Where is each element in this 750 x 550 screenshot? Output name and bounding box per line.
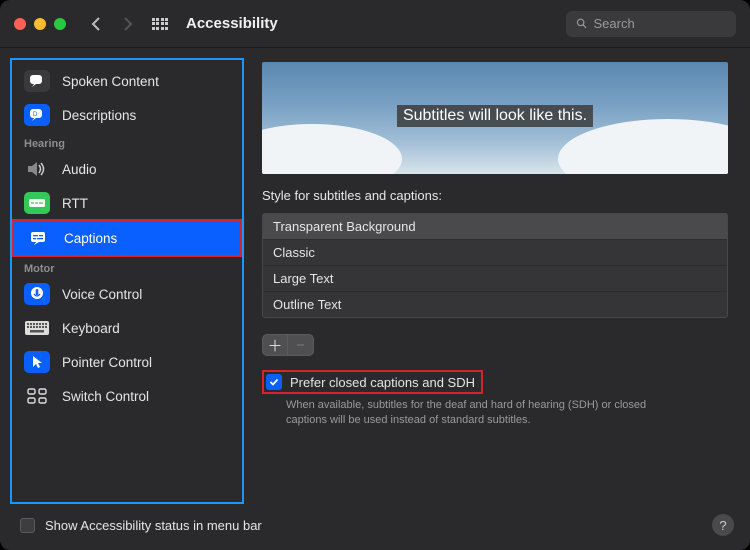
show-all-button[interactable] <box>148 12 172 36</box>
subtitle-preview-text: Subtitles will look like this. <box>397 105 593 127</box>
desc-icon: D <box>24 104 50 126</box>
search-field[interactable] <box>566 11 736 37</box>
keyboard-icon <box>24 317 50 339</box>
help-button[interactable]: ? <box>712 514 734 536</box>
captions-icon <box>26 227 52 249</box>
window-controls <box>14 18 66 30</box>
remove-style-button[interactable]: − <box>288 334 314 356</box>
sidebar-item-label: RTT <box>62 196 88 211</box>
sidebar-item-captions[interactable]: Captions <box>12 219 242 257</box>
sidebar-item-keyboard[interactable]: Keyboard <box>12 311 242 345</box>
sidebar-item-voice-control[interactable]: Voice Control <box>12 277 242 311</box>
menubar-status-label: Show Accessibility status in menu bar <box>45 518 262 533</box>
add-style-button[interactable]: ＋ <box>262 334 288 356</box>
search-icon <box>576 17 587 30</box>
pointer-icon <box>24 351 50 373</box>
sidebar-item-pointer-control[interactable]: Pointer Control <box>12 345 242 379</box>
sidebar-item-label: Descriptions <box>62 108 136 123</box>
sidebar-item-rtt[interactable]: RTT <box>12 186 242 220</box>
sidebar-section-hearing: Hearing <box>12 132 242 152</box>
sidebar-item-spoken-content[interactable]: Spoken Content <box>12 64 242 98</box>
sidebar-item-descriptions[interactable]: D Descriptions <box>12 98 242 132</box>
titlebar: Accessibility <box>0 0 750 48</box>
rtt-icon <box>24 192 50 214</box>
search-input[interactable] <box>593 16 726 31</box>
style-option-large-text[interactable]: Large Text <box>263 266 727 292</box>
style-list[interactable]: Transparent Background Classic Large Tex… <box>262 213 728 318</box>
style-option-classic[interactable]: Classic <box>263 240 727 266</box>
window-title: Accessibility <box>186 15 278 32</box>
sidebar-item-label: Spoken Content <box>62 74 159 89</box>
zoom-window-button[interactable] <box>54 18 66 30</box>
check-icon <box>269 377 279 387</box>
switch-icon <box>24 385 50 407</box>
sidebar-item-label: Switch Control <box>62 389 149 404</box>
sidebar-section-motor: Motor <box>12 257 242 277</box>
style-list-label: Style for subtitles and captions: <box>262 188 728 203</box>
menubar-status-checkbox[interactable] <box>20 518 35 533</box>
grid-icon <box>152 18 169 30</box>
voice-icon <box>24 283 50 305</box>
sidebar: Spoken Content D Descriptions Hearing Au… <box>10 58 244 504</box>
forward-button[interactable] <box>116 12 140 36</box>
speaker-icon <box>24 158 50 180</box>
sidebar-item-label: Keyboard <box>62 321 120 336</box>
close-window-button[interactable] <box>14 18 26 30</box>
minimize-window-button[interactable] <box>34 18 46 30</box>
style-option-transparent[interactable]: Transparent Background <box>263 214 727 240</box>
accessibility-window: Accessibility Spoken Content D Descripti… <box>0 0 750 550</box>
prefer-sdh-row[interactable]: Prefer closed captions and SDH <box>262 370 483 394</box>
captions-panel: Subtitles will look like this. Style for… <box>244 48 750 504</box>
speech-icon <box>24 70 50 92</box>
sidebar-item-label: Audio <box>62 162 97 177</box>
sidebar-item-audio[interactable]: Audio <box>12 152 242 186</box>
sidebar-item-label: Pointer Control <box>62 355 152 370</box>
svg-text:D: D <box>33 112 38 118</box>
prefer-sdh-checkbox[interactable] <box>266 374 282 390</box>
subtitle-preview: Subtitles will look like this. <box>262 62 728 174</box>
prefer-sdh-description: When available, subtitles for the deaf a… <box>262 394 682 428</box>
prefer-sdh-label: Prefer closed captions and SDH <box>290 375 475 390</box>
sidebar-item-switch-control[interactable]: Switch Control <box>12 379 242 413</box>
back-button[interactable] <box>84 12 108 36</box>
sidebar-item-label: Voice Control <box>62 287 142 302</box>
footer: Show Accessibility status in menu bar ? <box>0 504 750 550</box>
sidebar-item-label: Captions <box>64 231 117 246</box>
style-option-outline[interactable]: Outline Text <box>263 292 727 317</box>
